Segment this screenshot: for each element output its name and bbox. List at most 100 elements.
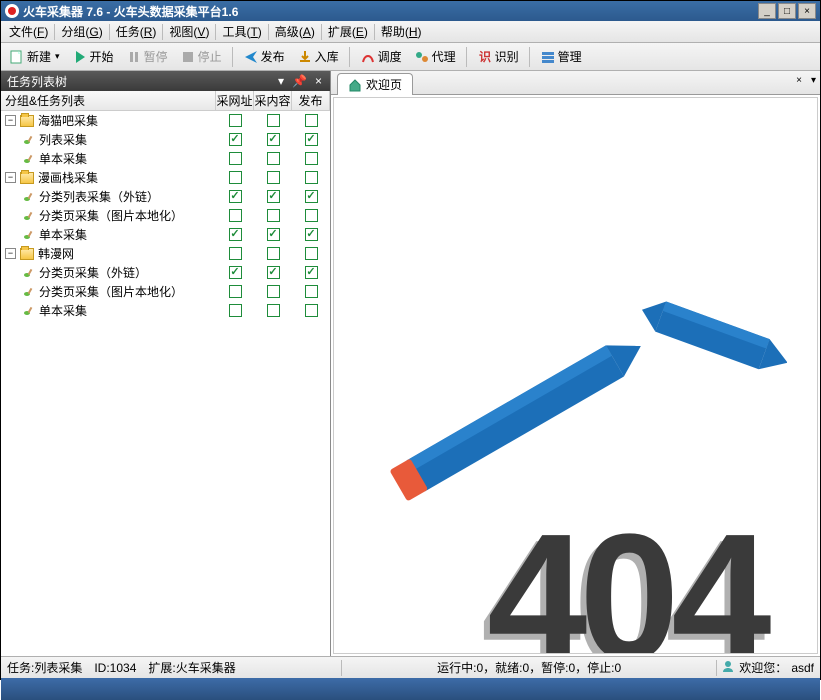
checkbox[interactable]	[305, 285, 318, 298]
expand-icon[interactable]: −	[5, 115, 16, 126]
tree-task[interactable]: 单本采集	[1, 149, 216, 168]
broken-pencil-image	[347, 254, 707, 454]
checkbox[interactable]	[267, 304, 280, 317]
checkbox[interactable]	[229, 152, 242, 165]
panel-close-icon[interactable]: ×	[313, 74, 324, 88]
checkbox[interactable]	[229, 190, 242, 203]
checkbox[interactable]	[305, 114, 318, 127]
tree-task[interactable]: 分类页采集（图片本地化）	[1, 206, 216, 225]
pause-icon	[126, 49, 142, 65]
tree-task[interactable]: 单本采集	[1, 225, 216, 244]
checkbox[interactable]	[229, 133, 242, 146]
schedule-icon	[360, 49, 376, 65]
col-name[interactable]: 分组&任务列表	[1, 91, 216, 110]
checkbox[interactable]	[229, 114, 242, 127]
expand-icon[interactable]: −	[5, 172, 16, 183]
tab-close-icon[interactable]: ×	[796, 75, 802, 86]
tree-task[interactable]: 列表采集	[1, 130, 216, 149]
statusbar: 任务:列表采集 ID:1034 扩展:火车采集器 运行中:0，就绪:0，暂停:0…	[1, 656, 820, 678]
menu-extension[interactable]: 扩展(E)	[324, 21, 372, 42]
pause-button[interactable]: 暂停	[122, 46, 172, 67]
recognize-button[interactable]: 识 识别	[473, 46, 523, 67]
checkbox[interactable]	[267, 285, 280, 298]
divider	[54, 24, 55, 40]
menu-view[interactable]: 视图(V)	[165, 21, 213, 42]
checkbox[interactable]	[305, 228, 318, 241]
col-url[interactable]: 采网址	[216, 91, 254, 110]
checkbox[interactable]	[305, 171, 318, 184]
checkbox[interactable]	[267, 114, 280, 127]
checkbox[interactable]	[229, 285, 242, 298]
checkbox[interactable]	[305, 190, 318, 203]
tabbar: 欢迎页 × ▾	[331, 71, 820, 95]
import-button[interactable]: 入库	[293, 46, 343, 67]
proxy-button[interactable]: 代理	[410, 46, 460, 67]
new-button[interactable]: 新建▾	[5, 46, 64, 67]
close-button[interactable]: ×	[798, 3, 816, 19]
tree-group[interactable]: −海猫吧采集	[1, 111, 216, 130]
menu-file[interactable]: 文件(F)	[5, 21, 52, 42]
tree-task[interactable]: 分类页采集（图片本地化）	[1, 282, 216, 301]
task-label: 列表采集	[39, 131, 87, 148]
checkbox[interactable]	[305, 247, 318, 260]
minimize-button[interactable]: _	[758, 3, 776, 19]
stop-button[interactable]: 停止	[176, 46, 226, 67]
task-icon	[23, 305, 35, 317]
start-button[interactable]: 开始	[68, 46, 118, 67]
checkbox[interactable]	[305, 152, 318, 165]
checkbox[interactable]	[267, 209, 280, 222]
divider	[374, 24, 375, 40]
checkbox[interactable]	[305, 304, 318, 317]
col-publish[interactable]: 发布	[292, 91, 330, 110]
publish-button[interactable]: 发布	[239, 46, 289, 67]
error-code: 404	[487, 494, 763, 654]
checkbox[interactable]	[305, 266, 318, 279]
tree-task[interactable]: 分类列表采集（外链）	[1, 187, 216, 206]
checkbox[interactable]	[305, 209, 318, 222]
checkbox[interactable]	[267, 171, 280, 184]
checkbox[interactable]	[229, 209, 242, 222]
panel-pin-icon[interactable]: 📌	[290, 74, 309, 88]
col-content[interactable]: 采内容	[254, 91, 292, 110]
status-left: 任务:列表采集 ID:1034 扩展:火车采集器	[7, 659, 337, 676]
checkbox[interactable]	[267, 228, 280, 241]
folder-icon	[20, 248, 34, 260]
divider	[321, 24, 322, 40]
menu-advanced[interactable]: 高级(A)	[271, 21, 319, 42]
maximize-button[interactable]: □	[778, 3, 796, 19]
status-mid: 运行中:0，就绪:0，暂停:0，停止:0	[346, 659, 712, 676]
menu-task[interactable]: 任务(R)	[112, 21, 161, 42]
checkbox[interactable]	[229, 247, 242, 260]
menu-group[interactable]: 分组(G)	[57, 21, 106, 42]
tree-task[interactable]: 单本采集	[1, 301, 216, 320]
tree-group[interactable]: −漫画栈采集	[1, 168, 216, 187]
checkbox[interactable]	[229, 266, 242, 279]
menu-tool[interactable]: 工具(T)	[218, 21, 265, 42]
checkbox[interactable]	[229, 171, 242, 184]
checkbox[interactable]	[267, 190, 280, 203]
panel-dropdown-icon[interactable]: ▾	[276, 74, 286, 88]
task-icon	[23, 134, 35, 146]
tab-dropdown-icon[interactable]: ▾	[811, 75, 816, 86]
checkbox[interactable]	[267, 152, 280, 165]
checkbox[interactable]	[229, 228, 242, 241]
manage-button[interactable]: 管理	[536, 46, 586, 67]
tree-task[interactable]: 分类页采集（外链）	[1, 263, 216, 282]
titlebar: 火车采集器 7.6 - 火车头数据采集平台1.6 _ □ ×	[1, 1, 820, 21]
window-title: 火车采集器 7.6 - 火车头数据采集平台1.6	[23, 3, 758, 20]
divider	[162, 24, 163, 40]
checkbox[interactable]	[267, 266, 280, 279]
task-icon	[23, 153, 35, 165]
checkbox[interactable]	[267, 133, 280, 146]
checkbox[interactable]	[229, 304, 242, 317]
tree-group[interactable]: − 韩漫网	[1, 244, 216, 263]
checkbox[interactable]	[305, 133, 318, 146]
group-label: 韩漫网	[38, 245, 74, 262]
manage-icon	[540, 49, 556, 65]
menu-help[interactable]: 帮助(H)	[377, 21, 426, 42]
expand-icon[interactable]: −	[5, 248, 16, 259]
checkbox[interactable]	[267, 247, 280, 260]
tab-welcome[interactable]: 欢迎页	[337, 73, 413, 95]
task-tree[interactable]: −海猫吧采集列表采集单本采集−漫画栈采集分类列表采集（外链）分类页采集（图片本地…	[1, 111, 330, 656]
schedule-button[interactable]: 调度	[356, 46, 406, 67]
